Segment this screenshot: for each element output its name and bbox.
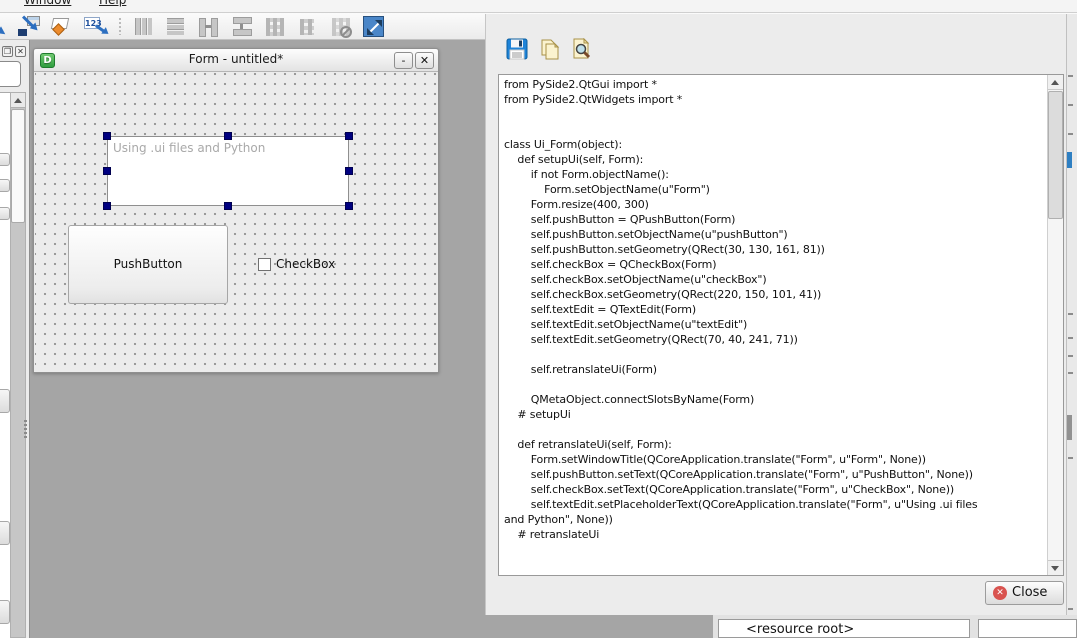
widget-box-panel: ❐ ✕ bbox=[0, 40, 30, 638]
selection-handle[interactable] bbox=[103, 167, 111, 175]
widget-category[interactable] bbox=[0, 153, 10, 166]
layout-vertical-icon[interactable] bbox=[163, 14, 188, 39]
toolbar-separator bbox=[119, 18, 121, 35]
layout-form-icon[interactable] bbox=[295, 14, 320, 39]
save-icon[interactable] bbox=[506, 38, 528, 60]
dock-row-fragment bbox=[1068, 104, 1073, 106]
close-button[interactable]: ✕ bbox=[415, 52, 434, 69]
scroll-up-icon[interactable] bbox=[1048, 75, 1063, 90]
adjust-size-icon[interactable] bbox=[361, 14, 386, 39]
layout-horizontal-icon[interactable] bbox=[131, 14, 156, 39]
checkbox-widget[interactable] bbox=[258, 258, 271, 271]
layout-grid-icon[interactable] bbox=[262, 14, 287, 39]
widget-category[interactable] bbox=[0, 600, 10, 624]
selection-handle[interactable] bbox=[345, 202, 353, 210]
pushbutton-widget[interactable]: PushButton bbox=[68, 225, 228, 304]
widget-category[interactable] bbox=[0, 521, 10, 545]
form-window-titlebar[interactable]: D Form - untitled* - ✕ bbox=[34, 49, 438, 72]
dock-row-fragment bbox=[1068, 608, 1073, 610]
menu-help[interactable]: Help bbox=[99, 0, 126, 7]
close-button-label: Close bbox=[1012, 585, 1047, 600]
selection-handle[interactable] bbox=[345, 132, 353, 140]
resource-detail-box[interactable] bbox=[978, 619, 1077, 638]
resource-tree[interactable]: <resource root> bbox=[718, 619, 970, 638]
dock-row-fragment bbox=[1068, 372, 1073, 374]
selection-handle[interactable] bbox=[224, 132, 232, 140]
code-text[interactable]: from PySide2.QtGui import *from PySide2.… bbox=[504, 77, 1045, 573]
minimize-button[interactable]: - bbox=[394, 52, 413, 69]
form-designer-window: D Form - untitled* - ✕ Using .ui files a… bbox=[33, 48, 439, 373]
scroll-down-icon[interactable] bbox=[1048, 560, 1063, 575]
dock-row-fragment bbox=[1068, 457, 1073, 459]
menubar: Window Help bbox=[0, 0, 1077, 13]
form-canvas[interactable]: Using .ui files and Python PushButton Ch… bbox=[35, 72, 438, 372]
selection-handle[interactable] bbox=[345, 167, 353, 175]
right-dock-sliver bbox=[1066, 14, 1077, 615]
edit-widgets-icon[interactable] bbox=[0, 14, 15, 39]
widget-box-list[interactable] bbox=[0, 92, 10, 638]
textedit-placeholder: Using .ui files and Python bbox=[113, 141, 265, 155]
dock-row-fragment bbox=[1068, 337, 1073, 339]
close-dialog-button[interactable]: ✕ Close bbox=[985, 581, 1064, 605]
view-code-dialog: from PySide2.QtGui import *from PySide2.… bbox=[485, 14, 1066, 615]
form-window-title: Form - untitled* bbox=[34, 52, 438, 66]
scroll-up-icon[interactable] bbox=[11, 93, 25, 108]
splitter-grip[interactable] bbox=[24, 420, 27, 438]
selection-handle[interactable] bbox=[103, 132, 111, 140]
widget-filter-input[interactable] bbox=[0, 61, 21, 87]
selection-handle[interactable] bbox=[224, 202, 232, 210]
widget-category[interactable] bbox=[0, 207, 10, 220]
code-scrollbar[interactable] bbox=[1047, 75, 1063, 575]
selected-row-fragment bbox=[1067, 152, 1072, 168]
dock-row-fragment bbox=[1068, 133, 1073, 135]
code-view[interactable]: from PySide2.QtGui import *from PySide2.… bbox=[498, 74, 1064, 576]
scrollbar-thumb[interactable] bbox=[1048, 91, 1063, 219]
edit-buddies-icon[interactable] bbox=[49, 14, 74, 39]
find-icon[interactable] bbox=[571, 38, 593, 60]
dock-close-icon[interactable]: ✕ bbox=[15, 46, 26, 57]
widget-category[interactable] bbox=[0, 389, 10, 413]
layout-horizontal-splitter-icon[interactable] bbox=[196, 14, 221, 39]
widget-box-scrollbar[interactable] bbox=[10, 92, 26, 638]
widget-category[interactable] bbox=[0, 179, 10, 192]
scrollbar-thumb[interactable] bbox=[11, 109, 25, 223]
dock-block-fragment bbox=[1067, 415, 1072, 440]
dock-row-fragment bbox=[1068, 355, 1073, 357]
selection-handle[interactable] bbox=[103, 202, 111, 210]
resource-browser-panel: <resource root> bbox=[713, 615, 1077, 638]
textedit-widget[interactable]: Using .ui files and Python bbox=[107, 136, 349, 206]
menu-window[interactable]: Window bbox=[24, 0, 71, 7]
close-circle-icon: ✕ bbox=[993, 586, 1007, 600]
dock-float-icon[interactable]: ❐ bbox=[2, 46, 13, 57]
dock-row-fragment bbox=[1068, 313, 1073, 315]
break-layout-icon[interactable] bbox=[328, 14, 353, 39]
qt-designer-screen: Window Help 123 ❐ ✕ bbox=[0, 0, 1077, 638]
checkbox-label: CheckBox bbox=[276, 257, 335, 271]
resource-root-item[interactable]: <resource root> bbox=[746, 622, 854, 637]
edit-tab-order-icon[interactable]: 123 bbox=[82, 14, 107, 39]
edit-signals-slots-icon[interactable] bbox=[17, 14, 42, 39]
dock-row-fragment bbox=[1068, 75, 1073, 77]
copy-icon[interactable] bbox=[539, 38, 561, 60]
layout-vertical-splitter-icon[interactable] bbox=[229, 14, 254, 39]
